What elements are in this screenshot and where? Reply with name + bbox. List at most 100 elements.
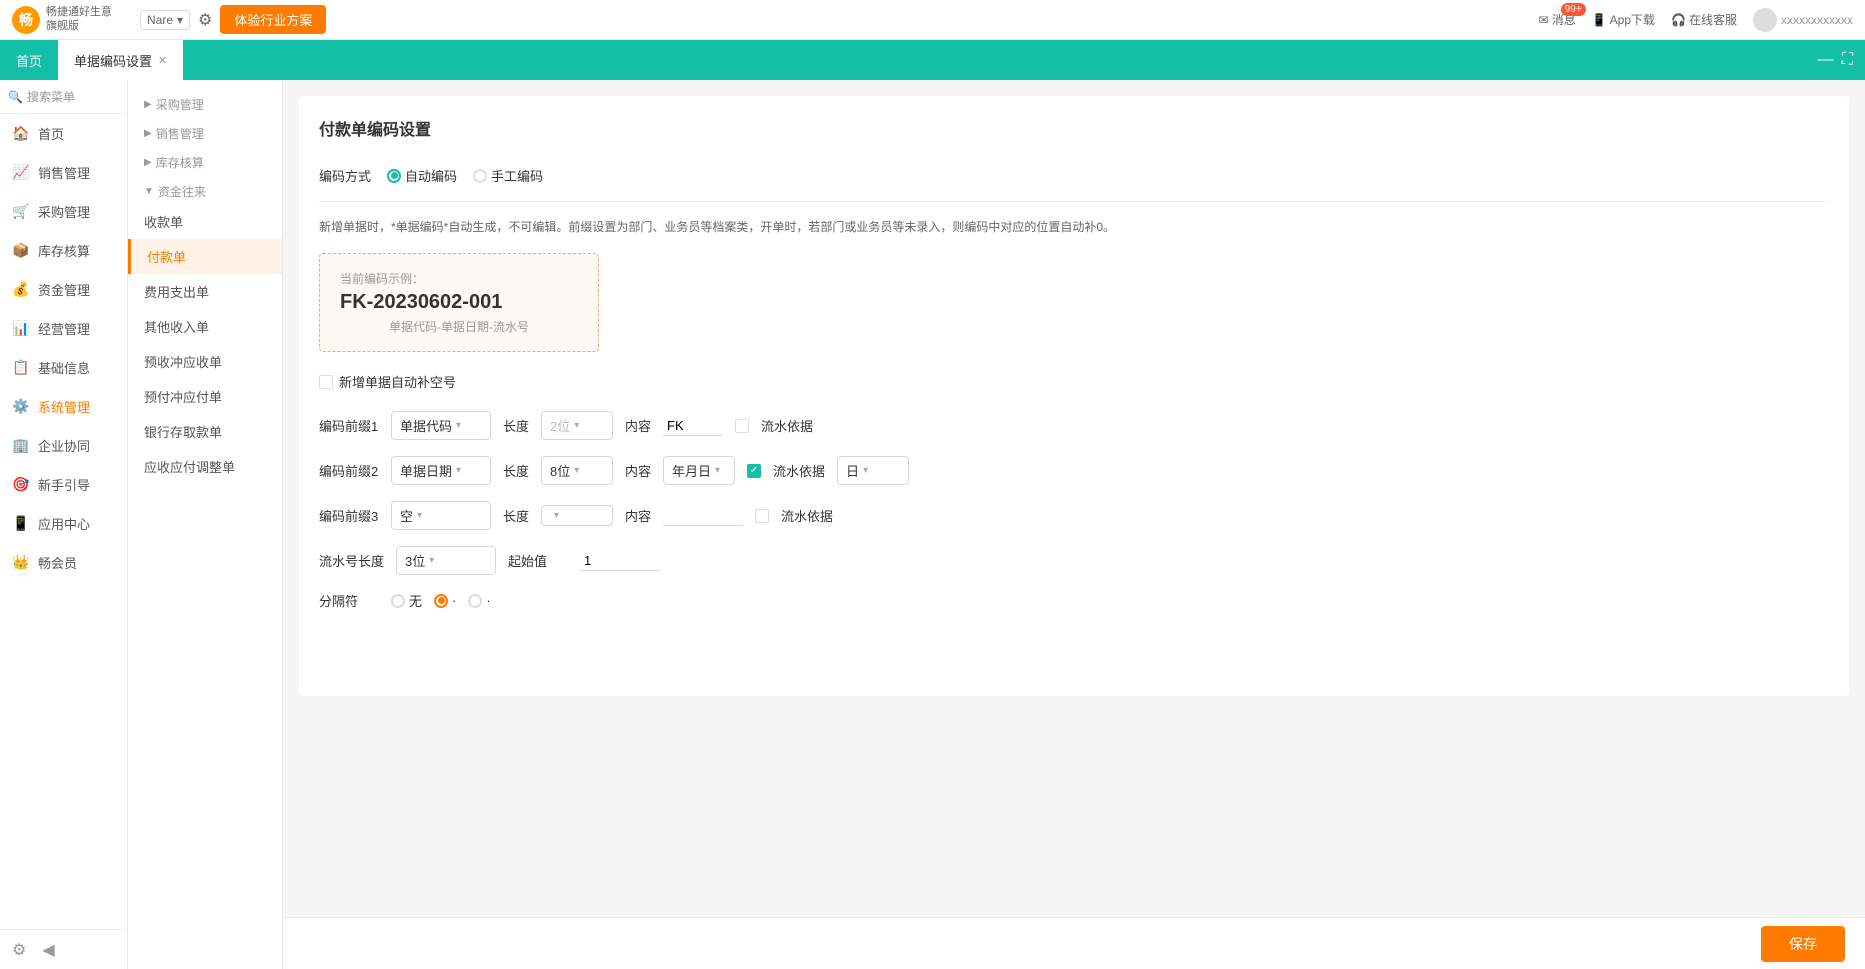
sub-group-purchase[interactable]: ▶ 采购管理 bbox=[128, 88, 282, 117]
stream3-checkbox[interactable] bbox=[755, 509, 769, 523]
sep-dot-radio[interactable]: · bbox=[434, 593, 456, 608]
tab-close-icon[interactable]: ✕ bbox=[158, 54, 167, 67]
stream2-arrow-icon: ▾ bbox=[863, 465, 868, 476]
tab-home[interactable]: 首页 bbox=[0, 40, 58, 80]
sidebar-item-member[interactable]: 👑 畅会员 bbox=[0, 543, 127, 582]
basic-icon: 📋 bbox=[12, 359, 30, 377]
sidebar-item-apps[interactable]: 📱 应用中心 bbox=[0, 504, 127, 543]
header-left: 畅 畅捷通好生意 旗舰版 Nare ▾ ⚙ 体验行业方案 bbox=[12, 5, 326, 34]
sub-group-inventory[interactable]: ▶ 库存核算 bbox=[128, 146, 282, 175]
message-area[interactable]: ✉ 消息 99+ bbox=[1539, 11, 1576, 28]
prefix3-select[interactable]: 空 ▾ bbox=[391, 501, 491, 530]
stream2-unit-select[interactable]: 日 ▾ bbox=[837, 456, 909, 485]
sidebar-bottom: ⚙ ◀ bbox=[0, 929, 127, 969]
auto-fill-row: 新增单据自动补空号 bbox=[319, 372, 1829, 391]
purchase-icon: 🛒 bbox=[12, 203, 30, 221]
tab-minimize-icon[interactable]: — bbox=[1818, 51, 1834, 69]
config-row-prefix3: 编码前缀3 空 ▾ 长度 ▾ 内容 流水依据 bbox=[319, 501, 1829, 530]
config-row-prefix2: 编码前缀2 单据日期 ▾ 长度 8位 ▾ 内容 年月日 ▾ ✓ 流水依据 日 ▾ bbox=[319, 456, 1829, 485]
length1-arrow-icon: ▾ bbox=[574, 420, 579, 431]
stream1-checkbox[interactable] bbox=[735, 419, 749, 433]
settings-icon[interactable]: ⚙ bbox=[198, 10, 212, 30]
search-icon: 🔍 bbox=[8, 90, 23, 104]
member-icon: 👑 bbox=[12, 554, 30, 572]
tab-maximize-icon[interactable]: ⛶ bbox=[1842, 51, 1853, 69]
sub-item-receivable-adjust[interactable]: 应收应付调整单 bbox=[128, 449, 282, 484]
content1-label: 内容 bbox=[625, 416, 651, 435]
prefix1-select[interactable]: 单据代码 ▾ bbox=[391, 411, 491, 440]
start-value-label: 起始值 bbox=[508, 551, 568, 570]
stream2-label: 流水依据 bbox=[773, 461, 825, 480]
content2-select[interactable]: 年月日 ▾ bbox=[663, 456, 735, 485]
logo-area: 畅 畅捷通好生意 旗舰版 bbox=[12, 6, 132, 34]
separator-row: 分隔符 无 · · bbox=[319, 591, 1829, 610]
top-header: 畅 畅捷通好生意 旗舰版 Nare ▾ ⚙ 体验行业方案 ✉ 消息 99+ 📱 … bbox=[0, 0, 1865, 40]
breadcrumb-dropdown[interactable]: Nare ▾ bbox=[140, 10, 190, 30]
sub-item-advance-receivable[interactable]: 预收冲应收单 bbox=[128, 344, 282, 379]
sub-group-finance[interactable]: ▼ 资金往来 bbox=[128, 175, 282, 204]
sidebar-item-guide[interactable]: 🎯 新手引导 bbox=[0, 465, 127, 504]
operation-icon: 📊 bbox=[12, 320, 30, 338]
sidebar-item-finance[interactable]: 💰 资金管理 bbox=[0, 270, 127, 309]
content-card: 付款单编码设置 编码方式 自动编码 手工编码 新增单据时，*单据编码*自动生成，… bbox=[299, 96, 1849, 696]
prefix2-select[interactable]: 单据日期 ▾ bbox=[391, 456, 491, 485]
sidebar-item-inventory[interactable]: 📦 库存核算 bbox=[0, 231, 127, 270]
sidebar-item-sales[interactable]: 📈 销售管理 bbox=[0, 153, 127, 192]
settings-bottom-icon[interactable]: ⚙ bbox=[12, 940, 26, 960]
sidebar-item-purchase[interactable]: 🛒 采购管理 bbox=[0, 192, 127, 231]
sub-item-expense[interactable]: 费用支出单 bbox=[128, 274, 282, 309]
manual-code-radio-circle bbox=[473, 169, 487, 183]
sep-dot-radio-circle bbox=[434, 594, 448, 608]
sub-item-receipt[interactable]: 收款单 bbox=[128, 204, 282, 239]
content3-input[interactable] bbox=[663, 506, 743, 526]
manual-code-radio[interactable]: 手工编码 bbox=[473, 166, 543, 185]
save-button[interactable]: 保存 bbox=[1761, 926, 1845, 962]
content2-label: 内容 bbox=[625, 461, 651, 480]
sidebar-item-system[interactable]: ⚙️ 系统管理 bbox=[0, 387, 127, 426]
sep-dash-symbol: · bbox=[486, 593, 490, 608]
sub-item-bank-deposit[interactable]: 银行存取款单 bbox=[128, 414, 282, 449]
sidebar-search[interactable]: 🔍 搜索菜单 bbox=[0, 80, 127, 114]
chevron-right-icon2: ▶ bbox=[144, 128, 152, 139]
apps-icon: 📱 bbox=[12, 515, 30, 533]
coding-method-row: 编码方式 自动编码 手工编码 bbox=[319, 156, 1829, 202]
serial-length-label: 流水号长度 bbox=[319, 551, 384, 570]
content2-arrow-icon: ▾ bbox=[715, 465, 720, 476]
online-service-area[interactable]: 🎧 在线客服 bbox=[1671, 11, 1737, 28]
auto-code-radio[interactable]: 自动编码 bbox=[387, 166, 457, 185]
sep-dash-radio-circle bbox=[468, 594, 482, 608]
sep-dot-radio-dot bbox=[438, 597, 445, 604]
sep-none-radio[interactable]: 无 bbox=[391, 591, 422, 610]
sales-icon: 📈 bbox=[12, 164, 30, 182]
prefix2-arrow-icon: ▾ bbox=[456, 465, 461, 476]
auto-fill-checkbox[interactable] bbox=[319, 375, 333, 389]
length3-select[interactable]: ▾ bbox=[541, 505, 613, 526]
sub-group-sales[interactable]: ▶ 销售管理 bbox=[128, 117, 282, 146]
sidebar-item-enterprise[interactable]: 🏢 企业协同 bbox=[0, 426, 127, 465]
guide-icon: 🎯 bbox=[12, 476, 30, 494]
stream2-checkbox[interactable]: ✓ bbox=[747, 464, 761, 478]
prefix1-label: 编码前缀1 bbox=[319, 416, 379, 435]
sidebar-item-home[interactable]: 🏠 首页 bbox=[0, 114, 127, 153]
serial-length-select[interactable]: 3位 ▾ bbox=[396, 546, 496, 575]
logo-text: 畅捷通好生意 旗舰版 bbox=[46, 6, 112, 32]
sidebar-item-operation[interactable]: 📊 经营管理 bbox=[0, 309, 127, 348]
collapse-icon[interactable]: ◀ bbox=[42, 940, 54, 960]
sub-item-other-income[interactable]: 其他收入单 bbox=[128, 309, 282, 344]
content1-input[interactable] bbox=[663, 416, 723, 436]
experience-button[interactable]: 体验行业方案 bbox=[220, 5, 326, 34]
start-value-input[interactable] bbox=[580, 551, 660, 571]
length2-select[interactable]: 8位 ▾ bbox=[541, 456, 613, 485]
sub-item-advance-payable[interactable]: 预付冲应付单 bbox=[128, 379, 282, 414]
app-download-area[interactable]: 📱 App下载 bbox=[1592, 11, 1655, 28]
prefix3-label: 编码前缀3 bbox=[319, 506, 379, 525]
sub-item-payment[interactable]: 付款单 bbox=[128, 239, 282, 274]
chevron-down-icon2: ▼ bbox=[144, 186, 154, 197]
sep-dash-radio[interactable]: · bbox=[468, 593, 490, 608]
user-info[interactable]: xxxxxxxxxxxx bbox=[1753, 8, 1853, 32]
tab-serial-settings[interactable]: 单据编码设置 ✕ bbox=[58, 40, 183, 80]
home-icon: 🏠 bbox=[12, 125, 30, 143]
sidebar-item-basic[interactable]: 📋 基础信息 bbox=[0, 348, 127, 387]
length1-select[interactable]: 2位 ▾ bbox=[541, 411, 613, 440]
tab-bar-actions: — ⛶ bbox=[1818, 51, 1865, 69]
